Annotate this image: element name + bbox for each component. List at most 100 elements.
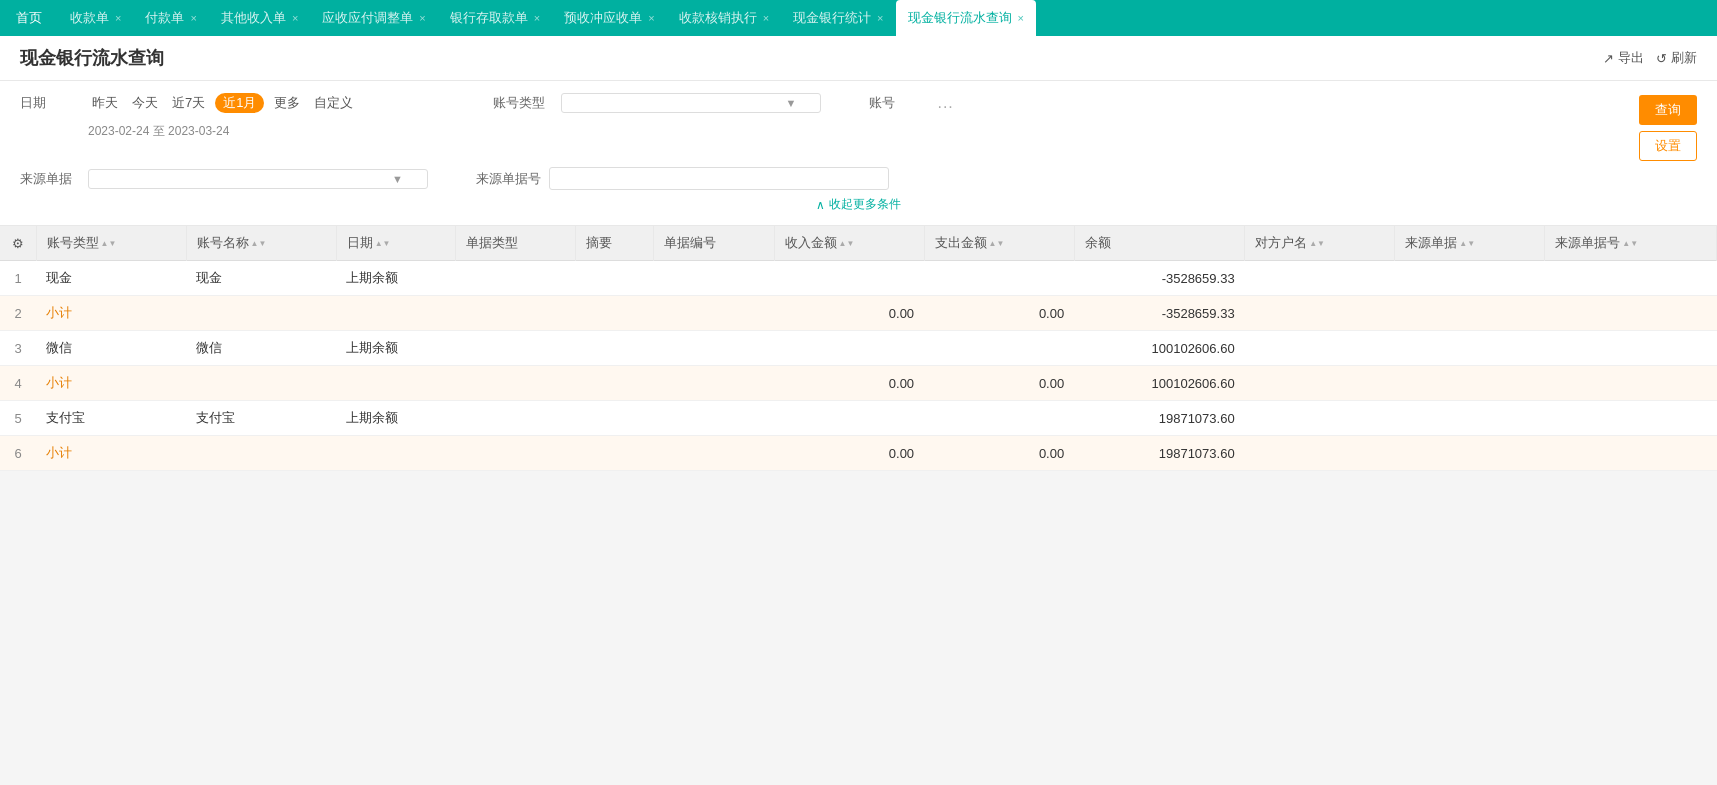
tab-cash-bank-flow[interactable]: 现金银行流水查询 × <box>896 0 1036 36</box>
account-type-select[interactable]: ▼ <box>561 93 821 113</box>
col-doc-no: 单据编号 <box>653 226 774 261</box>
row-expense: 0.00 <box>924 296 1074 331</box>
row-income: 0.00 <box>774 436 924 471</box>
row-date: 上期余额 <box>336 401 455 436</box>
date-opt-7days[interactable]: 近7天 <box>168 93 209 113</box>
tab-ar-ap-adjust[interactable]: 应收应付调整单 × <box>310 0 437 36</box>
date-opt-yesterday[interactable]: 昨天 <box>88 93 122 113</box>
row-doc-no <box>653 331 774 366</box>
row-account-type: 小计 <box>36 366 186 401</box>
account-type-filter-label: 账号类型 <box>493 94 553 112</box>
tab-collection-verify[interactable]: 收款核销执行 × <box>667 0 781 36</box>
row-doc-type <box>455 401 576 436</box>
col-source-doc-no[interactable]: 来源单据号▲▼ <box>1545 226 1717 261</box>
row-account-name <box>186 296 336 331</box>
tab-prepaid-offset[interactable]: 预收冲应收单 × <box>552 0 666 36</box>
row-summary <box>576 331 654 366</box>
close-tab-payment[interactable]: × <box>190 12 196 24</box>
col-expense[interactable]: 支出金额▲▼ <box>924 226 1074 261</box>
tab-other-income[interactable]: 其他收入单 × <box>209 0 310 36</box>
row-balance: -3528659.33 <box>1074 296 1244 331</box>
row-doc-type <box>455 261 576 296</box>
row-summary <box>576 261 654 296</box>
row-account-name: 现金 <box>186 261 336 296</box>
date-opt-more[interactable]: 更多 <box>270 93 304 113</box>
close-tab-prepaid-offset[interactable]: × <box>648 12 654 24</box>
row-index: 5 <box>0 401 36 436</box>
tab-receipt[interactable]: 收款单 × <box>58 0 133 36</box>
close-tab-cash-bank-flow[interactable]: × <box>1018 12 1024 24</box>
row-income: 0.00 <box>774 296 924 331</box>
source-doc-filter-label: 来源单据 <box>20 170 80 188</box>
row-balance: 19871073.60 <box>1074 401 1244 436</box>
collapse-bar[interactable]: ∧ 收起更多条件 <box>20 190 1697 217</box>
refresh-button[interactable]: ↺ 刷新 <box>1656 49 1697 67</box>
row-doc-type <box>455 366 576 401</box>
export-button[interactable]: ↗ 导出 <box>1603 49 1644 67</box>
row-summary <box>576 401 654 436</box>
close-tab-collection-verify[interactable]: × <box>763 12 769 24</box>
row-source-doc-no <box>1545 401 1717 436</box>
table-header-row: ⚙ 账号类型▲▼ 账号名称▲▼ 日期▲▼ 单据类型 摘要 单据编号 收入金额▲▼ <box>0 226 1717 261</box>
account-dots-button[interactable]: ... <box>937 94 953 112</box>
row-index: 3 <box>0 331 36 366</box>
row-source-doc <box>1395 261 1545 296</box>
close-tab-other-income[interactable]: × <box>292 12 298 24</box>
data-table: ⚙ 账号类型▲▼ 账号名称▲▼ 日期▲▼ 单据类型 摘要 单据编号 收入金额▲▼ <box>0 226 1717 471</box>
close-tab-receipt[interactable]: × <box>115 12 121 24</box>
row-doc-no <box>653 296 774 331</box>
row-expense <box>924 261 1074 296</box>
date-opt-today[interactable]: 今天 <box>128 93 162 113</box>
query-button[interactable]: 查询 <box>1639 95 1697 125</box>
row-date <box>336 436 455 471</box>
close-tab-ar-ap-adjust[interactable]: × <box>419 12 425 24</box>
row-doc-type <box>455 331 576 366</box>
page-title: 现金银行流水查询 <box>20 46 164 70</box>
col-date[interactable]: 日期▲▼ <box>336 226 455 261</box>
tab-bank-deposit[interactable]: 银行存取款单 × <box>438 0 552 36</box>
row-account-name <box>186 366 336 401</box>
row-date: 上期余额 <box>336 261 455 296</box>
row-summary <box>576 436 654 471</box>
row-source-doc-no <box>1545 366 1717 401</box>
date-filter-label: 日期 <box>20 94 80 112</box>
col-counterparty[interactable]: 对方户名▲▼ <box>1245 226 1395 261</box>
row-income <box>774 401 924 436</box>
col-source-doc[interactable]: 来源单据▲▼ <box>1395 226 1545 261</box>
table-row: 2小计0.000.00-3528659.33 <box>0 296 1717 331</box>
row-expense <box>924 331 1074 366</box>
row-source-doc-no <box>1545 436 1717 471</box>
row-source-doc <box>1395 366 1545 401</box>
row-index: 2 <box>0 296 36 331</box>
tab-cash-bank-stats[interactable]: 现金银行统计 × <box>781 0 895 36</box>
row-balance: -3528659.33 <box>1074 261 1244 296</box>
col-income[interactable]: 收入金额▲▼ <box>774 226 924 261</box>
row-income: 0.00 <box>774 366 924 401</box>
row-balance: 19871073.60 <box>1074 436 1244 471</box>
row-doc-type <box>455 296 576 331</box>
date-opt-custom[interactable]: 自定义 <box>310 93 357 113</box>
refresh-icon: ↺ <box>1656 51 1667 66</box>
col-account-name[interactable]: 账号名称▲▼ <box>186 226 336 261</box>
date-range-display: 2023-02-24 至 2023-03-24 <box>88 123 229 140</box>
source-doc-select[interactable]: ▼ <box>88 169 428 189</box>
col-summary: 摘要 <box>576 226 654 261</box>
close-tab-bank-deposit[interactable]: × <box>534 12 540 24</box>
setting-button[interactable]: 设置 <box>1639 131 1697 161</box>
close-tab-cash-bank-stats[interactable]: × <box>877 12 883 24</box>
filter-area: 日期 昨天 今天 近7天 近1月 更多 自定义 账号类型 ▼ <box>0 81 1717 226</box>
row-source-doc-no <box>1545 331 1717 366</box>
source-doc-no-input[interactable] <box>549 167 889 190</box>
tab-payment[interactable]: 付款单 × <box>133 0 208 36</box>
data-table-container: ⚙ 账号类型▲▼ 账号名称▲▼ 日期▲▼ 单据类型 摘要 单据编号 收入金额▲▼ <box>0 226 1717 471</box>
collapse-icon: ∧ <box>816 198 825 212</box>
row-balance: 100102606.60 <box>1074 366 1244 401</box>
date-opt-1month[interactable]: 近1月 <box>215 93 264 113</box>
row-doc-no <box>653 366 774 401</box>
row-source-doc <box>1395 401 1545 436</box>
row-counterparty <box>1245 401 1395 436</box>
col-account-type[interactable]: 账号类型▲▼ <box>36 226 186 261</box>
export-icon: ↗ <box>1603 51 1614 66</box>
home-button[interactable]: 首页 <box>0 0 58 36</box>
col-settings[interactable]: ⚙ <box>0 226 36 261</box>
